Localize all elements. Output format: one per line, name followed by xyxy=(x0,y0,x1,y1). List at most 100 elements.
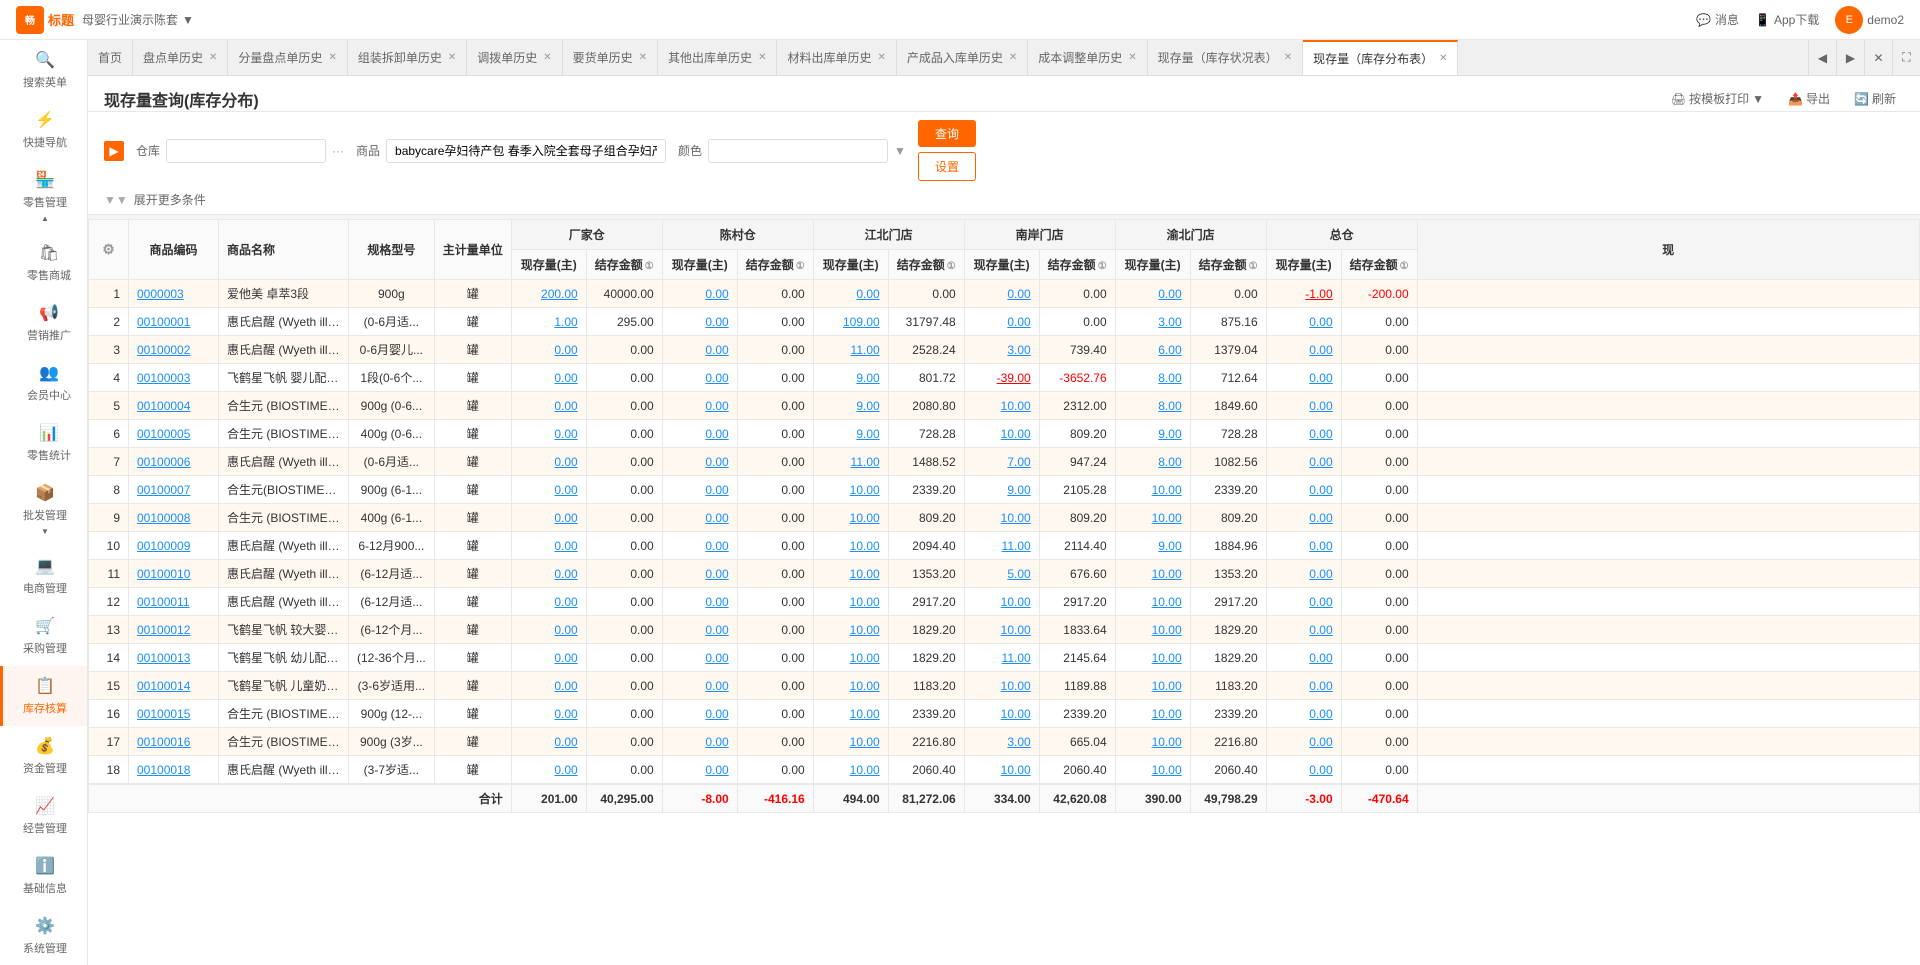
cell-gc-chl[interactable]: 0.00 xyxy=(511,392,586,420)
sidebar-item-retailstat[interactable]: 📊 零售统计 xyxy=(0,413,87,473)
cell-jb-chl[interactable]: 11.00 xyxy=(813,336,888,364)
cell-yb-chl[interactable]: 10.00 xyxy=(1115,700,1190,728)
cell-gc-chl[interactable]: 0.00 xyxy=(511,448,586,476)
tab-zuzhuang-close[interactable]: ✕ xyxy=(448,52,456,63)
cell-yb-chl[interactable]: 9.00 xyxy=(1115,420,1190,448)
tab-fenliang[interactable]: 分量盘点单历史 ✕ xyxy=(228,40,347,76)
cell-yb-chl[interactable]: 10.00 xyxy=(1115,616,1190,644)
cell-gc-chl[interactable]: 0.00 xyxy=(511,504,586,532)
breadcrumb-selector[interactable]: 母婴行业演示陈套 ▼ xyxy=(82,11,194,28)
product-input[interactable] xyxy=(386,139,666,163)
tab-costadj-close[interactable]: ✕ xyxy=(1128,52,1136,63)
cell-na-chl[interactable]: 10.00 xyxy=(964,420,1039,448)
cell-na-chl[interactable]: 7.00 xyxy=(964,448,1039,476)
cell-na-chl[interactable]: 10.00 xyxy=(964,616,1039,644)
tab-pandian[interactable]: 盘点单历史 ✕ xyxy=(133,40,228,76)
cell-code[interactable]: 00100005 xyxy=(129,420,219,448)
cell-na-chl[interactable]: 0.00 xyxy=(964,308,1039,336)
cell-jb-chl[interactable]: 10.00 xyxy=(813,532,888,560)
tab-diaob[interactable]: 调拨单历史 ✕ xyxy=(467,40,562,76)
cell-zc-chl[interactable]: -1.00 xyxy=(1266,280,1341,308)
cell-yb-chl[interactable]: 10.00 xyxy=(1115,756,1190,785)
cell-gc-chl[interactable]: 0.00 xyxy=(511,336,586,364)
cell-cc-chl[interactable]: 0.00 xyxy=(662,532,737,560)
cell-jb-chl[interactable]: 10.00 xyxy=(813,504,888,532)
cell-na-chl[interactable]: 10.00 xyxy=(964,392,1039,420)
cell-code[interactable]: 00100009 xyxy=(129,532,219,560)
tab-scroll-left[interactable]: ◀ xyxy=(1808,40,1836,76)
cell-na-chl[interactable]: 11.00 xyxy=(964,532,1039,560)
cell-code[interactable]: 00100011 xyxy=(129,588,219,616)
cell-code[interactable]: 00100012 xyxy=(129,616,219,644)
cell-code[interactable]: 00100006 xyxy=(129,448,219,476)
cell-gc-chl[interactable]: 0.00 xyxy=(511,700,586,728)
tab-materialout[interactable]: 材料出库单历史 ✕ xyxy=(777,40,896,76)
cell-code[interactable]: 00100004 xyxy=(129,392,219,420)
cell-code[interactable]: 00100007 xyxy=(129,476,219,504)
tab-stock-dist-close[interactable]: ✕ xyxy=(1439,53,1447,64)
cell-cc-chl[interactable]: 0.00 xyxy=(662,756,737,785)
cell-gc-chl[interactable]: 1.00 xyxy=(511,308,586,336)
cell-code[interactable]: 00100018 xyxy=(129,756,219,785)
cell-na-chl[interactable]: 10.00 xyxy=(964,588,1039,616)
sidebar-item-marketing[interactable]: 📢 营销推广 xyxy=(0,293,87,353)
sidebar-item-ecom[interactable]: 💻 电商管理 xyxy=(0,546,87,606)
tab-diaob-close[interactable]: ✕ xyxy=(543,52,551,63)
tab-maximize[interactable]: ⛶ xyxy=(1892,40,1920,76)
cell-na-chl[interactable]: -39.00 xyxy=(964,364,1039,392)
cell-zc-chl[interactable]: 0.00 xyxy=(1266,588,1341,616)
cell-zc-chl[interactable]: 0.00 xyxy=(1266,476,1341,504)
cell-jb-chl[interactable]: 10.00 xyxy=(813,560,888,588)
color-dropdown-arrow[interactable]: ▼ xyxy=(894,144,906,158)
cell-jb-chl[interactable]: 9.00 xyxy=(813,364,888,392)
cell-na-chl[interactable]: 5.00 xyxy=(964,560,1039,588)
cell-gc-chl[interactable]: 0.00 xyxy=(511,364,586,392)
cell-na-chl[interactable]: 9.00 xyxy=(964,476,1039,504)
cell-zc-chl[interactable]: 0.00 xyxy=(1266,308,1341,336)
cell-yb-chl[interactable]: 9.00 xyxy=(1115,532,1190,560)
print-button[interactable]: 🖨 按模板打印 ▼ xyxy=(1663,86,1772,111)
tab-yaohuo[interactable]: 要货单历史 ✕ xyxy=(563,40,658,76)
cell-gc-chl[interactable]: 0.00 xyxy=(511,476,586,504)
cell-code[interactable]: 00100002 xyxy=(129,336,219,364)
cell-na-chl[interactable]: 3.00 xyxy=(964,336,1039,364)
cell-jb-chl[interactable]: 10.00 xyxy=(813,672,888,700)
setting-button[interactable]: 设置 xyxy=(918,152,976,181)
cell-gc-chl[interactable]: 0.00 xyxy=(511,532,586,560)
cell-code[interactable]: 00100016 xyxy=(129,728,219,756)
cell-na-chl[interactable]: 10.00 xyxy=(964,700,1039,728)
cell-zc-chl[interactable]: 0.00 xyxy=(1266,700,1341,728)
cell-yb-chl[interactable]: 3.00 xyxy=(1115,308,1190,336)
cell-cc-chl[interactable]: 0.00 xyxy=(662,280,737,308)
tab-pandian-close[interactable]: ✕ xyxy=(209,52,217,63)
cell-code[interactable]: 00100003 xyxy=(129,364,219,392)
cell-jb-chl[interactable]: 10.00 xyxy=(813,588,888,616)
warehouse-input[interactable] xyxy=(166,139,326,163)
cell-yb-chl[interactable]: 8.00 xyxy=(1115,392,1190,420)
app-download-button[interactable]: 📱 App下载 xyxy=(1755,11,1819,28)
cell-cc-chl[interactable]: 0.00 xyxy=(662,700,737,728)
cell-zc-chl[interactable]: 0.00 xyxy=(1266,672,1341,700)
cell-zc-chl[interactable]: 0.00 xyxy=(1266,448,1341,476)
sidebar-item-mall[interactable]: 🛍 零售商城 xyxy=(0,233,87,293)
cell-yb-chl[interactable]: 8.00 xyxy=(1115,448,1190,476)
cell-code[interactable]: 00100001 xyxy=(129,308,219,336)
cell-yb-chl[interactable]: 8.00 xyxy=(1115,364,1190,392)
cell-gc-chl[interactable]: 0.00 xyxy=(511,756,586,785)
cell-jb-chl[interactable]: 10.00 xyxy=(813,728,888,756)
sidebar-item-search[interactable]: 🔍 搜索英单 xyxy=(0,40,87,100)
cell-zc-chl[interactable]: 0.00 xyxy=(1266,728,1341,756)
cell-code[interactable]: 00100010 xyxy=(129,560,219,588)
sidebar-item-system[interactable]: ⚙️ 系统管理 xyxy=(0,906,87,965)
cell-code[interactable]: 00100013 xyxy=(129,644,219,672)
export-button[interactable]: 📤 导出 xyxy=(1780,86,1838,111)
sidebar-item-purchase[interactable]: 🛒 采购管理 xyxy=(0,606,87,666)
cell-jb-chl[interactable]: 9.00 xyxy=(813,392,888,420)
tab-prodin[interactable]: 产成品入库单历史 ✕ xyxy=(897,40,1028,76)
tab-yaohuo-close[interactable]: ✕ xyxy=(639,52,647,63)
cell-cc-chl[interactable]: 0.00 xyxy=(662,308,737,336)
cell-yb-chl[interactable]: 0.00 xyxy=(1115,280,1190,308)
cell-gc-chl[interactable]: 0.00 xyxy=(511,560,586,588)
warehouse-more[interactable]: ··· xyxy=(332,144,344,158)
cell-zc-chl[interactable]: 0.00 xyxy=(1266,392,1341,420)
